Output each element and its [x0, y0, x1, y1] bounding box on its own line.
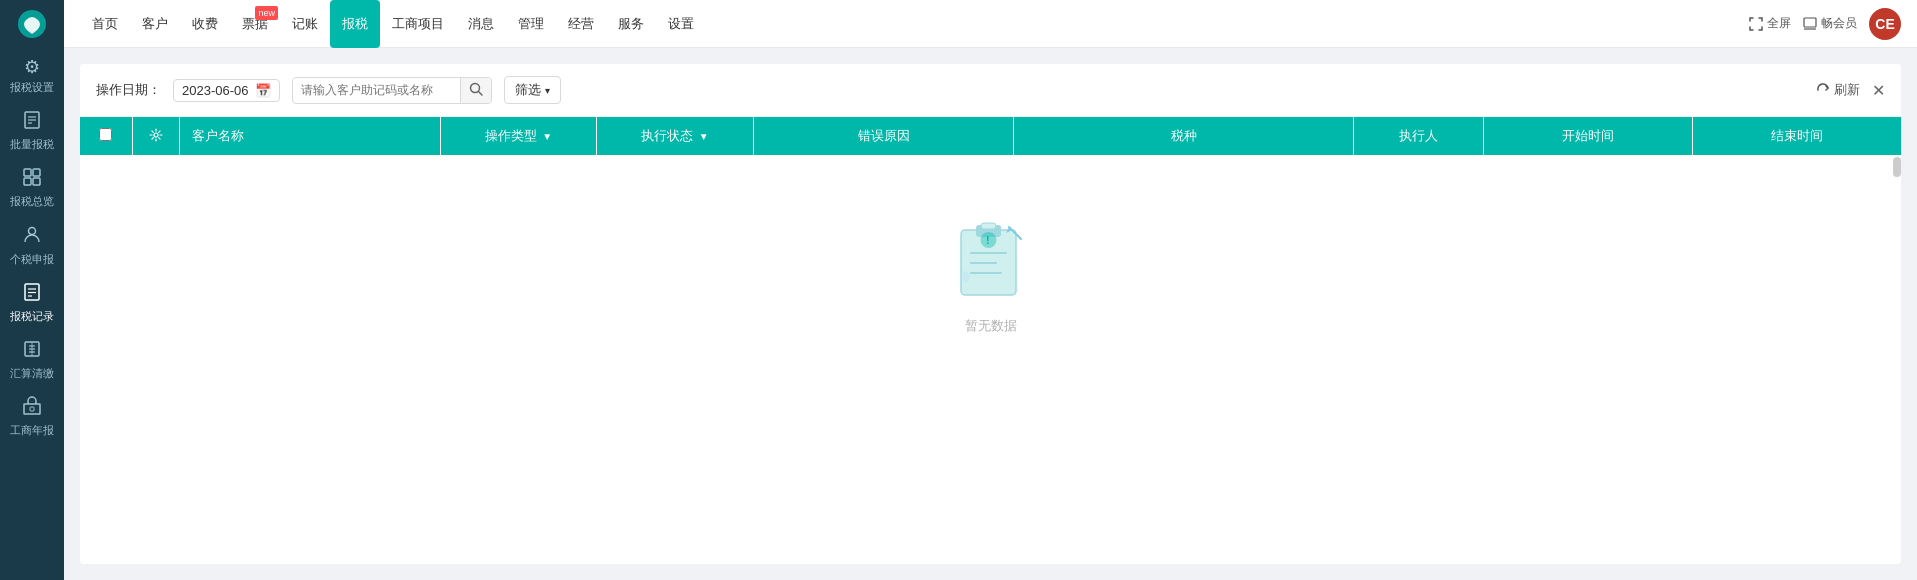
sidebar-item-label: 报税记录 [10, 310, 54, 323]
nav-messages[interactable]: 消息 [456, 0, 506, 48]
svg-rect-7 [24, 178, 31, 185]
sidebar-item-gongshangnianban[interactable]: 工商年报 [0, 388, 64, 445]
overview-icon [22, 167, 42, 192]
th-executor: 执行人 [1353, 117, 1483, 155]
svg-rect-5 [24, 169, 31, 176]
nav-clients[interactable]: 客户 [130, 0, 180, 48]
svg-rect-6 [33, 169, 40, 176]
user-avatar[interactable]: CE [1869, 8, 1901, 40]
th-error-reason: 错误原因 [753, 117, 1014, 155]
topnav-right: 全屏 畅会员 CE [1749, 8, 1901, 40]
toolbar-right: 刷新 ✕ [1816, 81, 1885, 100]
calc-icon [22, 339, 42, 364]
nav-billing[interactable]: 收费 [180, 0, 230, 48]
nav-tax[interactable]: 报税 [330, 0, 380, 48]
refresh-button[interactable]: 刷新 [1816, 81, 1860, 99]
date-value: 2023-06-06 [182, 83, 249, 98]
th-start-time: 开始时间 [1484, 117, 1693, 155]
svg-point-25 [154, 133, 158, 137]
svg-rect-8 [33, 178, 40, 185]
calendar-icon: 📅 [255, 83, 271, 98]
th-op-type[interactable]: 操作类型 ▼ [440, 117, 597, 155]
chevron-down-icon: ▾ [545, 85, 550, 96]
sidebar-item-label: 报税设置 [10, 81, 54, 94]
sidebar-item-label: 批量报税 [10, 138, 54, 151]
th-exec-status[interactable]: 执行状态 ▼ [597, 117, 754, 155]
empty-state: ! 暂无数据 [80, 155, 1901, 395]
empty-illustration: ! [951, 215, 1031, 305]
sort-icon: ▼ [699, 131, 709, 142]
new-badge: new [255, 6, 278, 20]
th-client-name: 客户名称 [179, 117, 440, 155]
nav-services[interactable]: 服务 [606, 0, 656, 48]
search-button[interactable] [460, 78, 491, 103]
sidebar-item-baoduijilu[interactable]: 报税记录 [0, 274, 64, 331]
nav-operations[interactable]: 经营 [556, 0, 606, 48]
sidebar-item-baoduizonglan[interactable]: 报税总览 [0, 159, 64, 216]
date-label: 操作日期： [96, 81, 161, 99]
fullscreen-button[interactable]: 全屏 [1749, 15, 1791, 32]
record-icon [22, 282, 42, 307]
search-icon [469, 82, 483, 96]
sidebar-item-label: 汇算清缴 [10, 367, 54, 380]
th-tax-type: 税种 [1014, 117, 1353, 155]
scroll-indicator[interactable] [1893, 157, 1901, 177]
toolbar: 操作日期： 2023-06-06 📅 筛选 ▾ [80, 64, 1901, 117]
fullscreen-icon [1749, 17, 1763, 31]
sidebar-item-geshuishenban[interactable]: 个税申报 [0, 217, 64, 274]
svg-text:!: ! [986, 234, 990, 246]
batch-tax-icon [22, 110, 42, 135]
th-end-time: 结束时间 [1692, 117, 1901, 155]
sidebar-item-label: 个税申报 [10, 253, 54, 266]
search-box [292, 77, 492, 104]
th-settings [132, 117, 179, 155]
sidebar-item-baoduishezhi[interactable]: ⚙ 报税设置 [0, 48, 64, 102]
nav-settings[interactable]: 设置 [656, 0, 706, 48]
sidebar-item-huisuanqingsuan[interactable]: 汇算清缴 [0, 331, 64, 388]
select-all-checkbox[interactable] [99, 128, 112, 141]
content-card: 操作日期： 2023-06-06 📅 筛选 ▾ [80, 64, 1901, 564]
svg-rect-28 [981, 223, 996, 229]
sidebar: ⚙ 报税设置 批量报税 报税总览 [0, 0, 64, 580]
content-area: 操作日期： 2023-06-06 📅 筛选 ▾ [64, 48, 1917, 580]
nav-manage[interactable]: 管理 [506, 0, 556, 48]
person-tax-icon [22, 225, 42, 250]
nav-accounts[interactable]: 记账 [280, 0, 330, 48]
svg-point-9 [29, 227, 36, 234]
svg-rect-21 [1804, 18, 1816, 27]
main-area: 首页 客户 收费 票据 new 记账 报税 工商项目 消息 管理 经营 [64, 0, 1917, 580]
search-input[interactable] [293, 79, 460, 101]
empty-text: 暂无数据 [965, 317, 1017, 335]
records-table: 客户名称 操作类型 ▼ 执行状态 ▼ 错误原因 [80, 117, 1901, 155]
svg-line-24 [478, 91, 482, 95]
refresh-icon [1816, 83, 1830, 97]
table-container: 客户名称 操作类型 ▼ 执行状态 ▼ 错误原因 [80, 117, 1901, 564]
sidebar-item-label: 工商年报 [10, 424, 54, 437]
filter-button[interactable]: 筛选 ▾ [504, 76, 561, 104]
member-icon [1803, 17, 1817, 31]
settings-icon: ⚙ [24, 56, 40, 78]
close-button[interactable]: ✕ [1872, 81, 1885, 100]
svg-rect-19 [24, 404, 40, 414]
sidebar-item-label: 报税总览 [10, 195, 54, 208]
date-picker[interactable]: 2023-06-06 📅 [173, 79, 280, 102]
nav-invoice[interactable]: 票据 new [230, 0, 280, 48]
sort-icon: ▼ [542, 131, 552, 142]
svg-point-36 [962, 271, 970, 283]
member-button[interactable]: 畅会员 [1803, 15, 1857, 32]
company-report-icon [22, 396, 42, 421]
nav-home[interactable]: 首页 [80, 0, 130, 48]
nav-business[interactable]: 工商项目 [380, 0, 456, 48]
top-navigation: 首页 客户 收费 票据 new 记账 报税 工商项目 消息 管理 经营 [64, 0, 1917, 48]
svg-rect-20 [30, 407, 34, 411]
sidebar-item-piliangbaoshui[interactable]: 批量报税 [0, 102, 64, 159]
column-settings-icon[interactable] [149, 128, 163, 142]
th-checkbox [80, 117, 132, 155]
app-logo[interactable] [0, 0, 64, 48]
